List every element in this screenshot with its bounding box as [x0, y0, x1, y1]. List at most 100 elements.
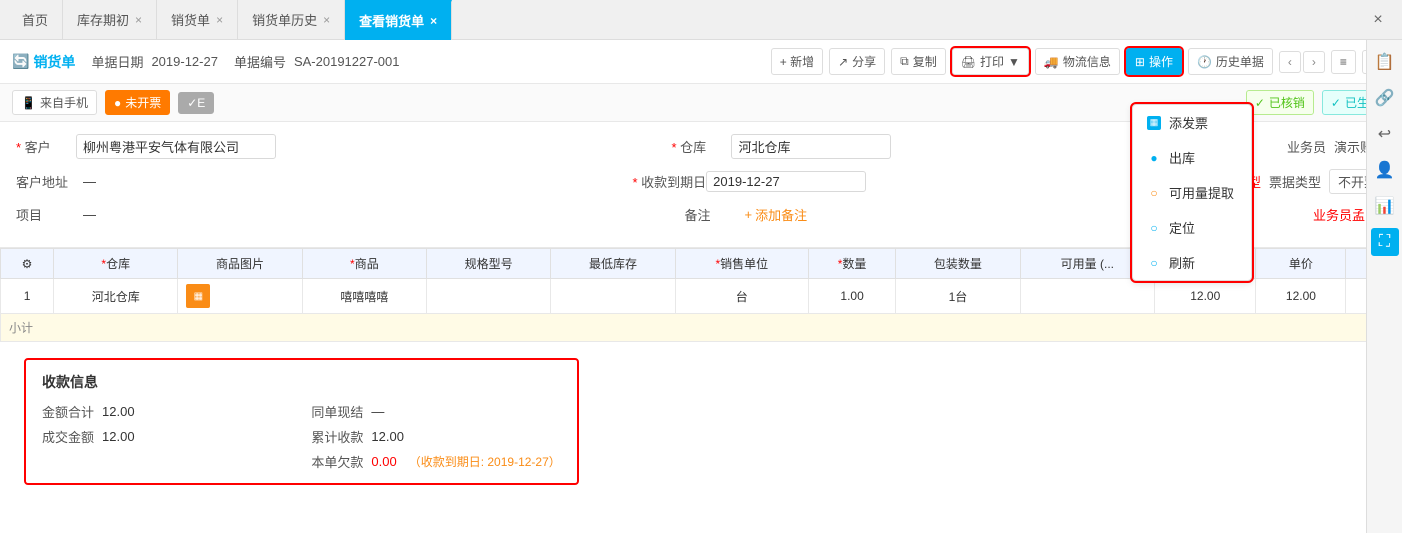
tab-close-view[interactable]: × [430, 14, 437, 28]
total-amount-item: 金额合计 12.00 [42, 402, 291, 421]
locate-icon: ○ [1147, 221, 1161, 235]
outstanding-item: 本单欠款 0.00 （收款到期日: 2019-12-27） [311, 452, 560, 471]
from-phone-button[interactable]: 📱 来自手机 [12, 90, 97, 115]
print-button[interactable]: 🖨 打印 ▼ [952, 48, 1029, 75]
ticket-type-label-text: 票据类型 [1269, 172, 1321, 191]
sidebar-icon-expand[interactable]: ⛶ [1371, 228, 1399, 256]
verified-badge: ✓ 已核销 [1246, 90, 1314, 115]
row-spec[interactable] [427, 279, 551, 314]
payment-grid: 金额合计 12.00 同单现结 — 成交金额 12.00 累计收款 12.00 [42, 402, 561, 471]
outstanding-value: 0.00 [371, 454, 396, 469]
row-warehouse[interactable]: 河北仓库 [54, 279, 178, 314]
ticket-icon: ● [114, 96, 121, 110]
tab-sales-order[interactable]: 销货单 × [157, 0, 238, 40]
view-toggle-list[interactable]: ≡ [1331, 50, 1356, 74]
settlement-item: 同单现结 — [311, 402, 560, 421]
col-pkg-qty: 包装数量 [896, 249, 1020, 279]
col-gear[interactable]: ⚙ [1, 249, 54, 279]
subtotal-label: 小计 [1, 314, 1402, 342]
warehouse-label: 仓库 [671, 137, 731, 156]
tab-sales-history[interactable]: 销货单历史 × [238, 0, 345, 40]
dropdown-refresh[interactable]: ○ 刷新 [1133, 245, 1251, 280]
project-label: 项目 [16, 205, 76, 224]
dropdown-locate[interactable]: ○ 定位 [1133, 210, 1251, 245]
row-pkg-qty: 1台 [896, 279, 1020, 314]
sidebar-icon-5[interactable]: 📊 [1371, 192, 1399, 220]
new-button[interactable]: + 新增 [771, 48, 823, 75]
col-spec: 规格型号 [427, 249, 551, 279]
row-product[interactable]: 嘻嘻嘻嘻 [302, 279, 426, 314]
tab-inventory-init[interactable]: 库存期初 × [63, 0, 157, 40]
sidebar-icon-2[interactable]: 🔗 [1371, 84, 1399, 112]
customer-value[interactable]: 柳州粤港平安气体有限公司 [76, 134, 276, 159]
refresh-icon: ○ [1147, 256, 1161, 270]
add-invoice-icon: ▦ [1147, 116, 1161, 130]
toolbar: + 新增 ↗ 分享 ⧉ 复制 🖨 打印 ▼ 🚚 物流信息 ⊞ 操作 [771, 48, 1390, 75]
copy-button[interactable]: ⧉ 复制 [891, 48, 946, 75]
tab-view-sales[interactable]: 查看销货单 × [345, 0, 452, 40]
cumulative-value: 12.00 [371, 429, 404, 444]
main-container: 🔄 销货单 单据日期 2019-12-27 单据编号 SA-20191227-0… [0, 40, 1402, 533]
project-field: 项目 — [16, 204, 645, 225]
row-product-img: ▦ [178, 279, 302, 314]
share-button[interactable]: ↗ 分享 [829, 48, 885, 75]
product-thumbnail: ▦ [186, 284, 210, 308]
address-field: 客户地址 — [16, 171, 592, 192]
sidebar-icon-4[interactable]: 👤 [1371, 156, 1399, 184]
project-value[interactable]: — [76, 204, 236, 225]
nav-prev[interactable]: ‹ [1279, 51, 1301, 73]
address-value[interactable]: — [76, 171, 236, 192]
doc-type-tag: 🔄 销货单 [12, 52, 75, 72]
cumulative-item: 累计收款 12.00 [311, 427, 560, 446]
header-row: 🔄 销货单 单据日期 2019-12-27 单据编号 SA-20191227-0… [0, 40, 1402, 84]
out-warehouse-icon: ● [1147, 151, 1161, 165]
window-close-button[interactable]: × [1362, 4, 1394, 36]
row-unit-price[interactable]: 12.00 [1256, 279, 1346, 314]
logistics-button[interactable]: 🚚 物流信息 [1035, 48, 1120, 75]
logistics-icon: 🚚 [1044, 55, 1059, 69]
doc-type-label: 销货单 [33, 52, 75, 72]
print-dropdown-icon: ▼ [1008, 55, 1020, 69]
warehouse-value[interactable]: 河北仓库 [731, 134, 891, 159]
history-icon: 🕐 [1197, 55, 1212, 69]
row-quantity[interactable]: 1.00 [808, 279, 895, 314]
nav-next[interactable]: › [1303, 51, 1325, 73]
add-note-button[interactable]: + 添加备注 [745, 205, 808, 224]
operations-icon: ⊞ [1135, 55, 1145, 69]
history-button[interactable]: 🕐 历史单据 [1188, 48, 1273, 75]
not-open-button[interactable]: ● 未开票 [105, 90, 170, 115]
cumulative-label: 累计收款 [311, 427, 363, 446]
settlement-value: — [371, 404, 384, 419]
payment-box: 收款信息 金额合计 12.00 同单现结 — 成交金额 12.00 累计收款 1… [24, 358, 579, 485]
outstanding-label: 本单欠款 [311, 452, 363, 471]
operator-label: 业务员 [1287, 137, 1326, 156]
row-min-stock [551, 279, 675, 314]
print-icon: 🖨 [961, 55, 976, 69]
row-current-stock: 12.00 [1155, 279, 1256, 314]
doc-date-label: 单据日期 2019-12-27 [91, 52, 218, 71]
dropdown-out-warehouse[interactable]: ● 出库 [1133, 140, 1251, 175]
operations-button[interactable]: ⊞ 操作 [1126, 48, 1182, 75]
payment-section: 收款信息 金额合计 12.00 同单现结 — 成交金额 12.00 累计收款 1… [0, 342, 1402, 501]
customer-field: 客户 柳州粤港平安气体有限公司 [16, 134, 631, 159]
sidebar-icon-1[interactable]: 📋 [1371, 48, 1399, 76]
tab-close-inventory[interactable]: × [135, 13, 142, 27]
col-quantity: *数量 [808, 249, 895, 279]
confirm-button[interactable]: ✓E [178, 92, 214, 114]
copy-icon: ⧉ [900, 54, 909, 69]
tab-close-sales[interactable]: × [216, 13, 223, 27]
doc-no-label: 单据编号 SA-20191227-001 [234, 52, 400, 71]
customer-label: 客户 [16, 137, 76, 156]
dropdown-add-invoice[interactable]: ▦ 添发票 [1133, 105, 1251, 140]
sidebar-icon-3[interactable]: ↩ [1371, 120, 1399, 148]
total-amount-label: 金额合计 [42, 402, 94, 421]
add-note-icon: + [745, 207, 753, 222]
tab-bar: 首页 库存期初 × 销货单 × 销货单历史 × 查看销货单 × × [0, 0, 1402, 40]
phone-icon: 📱 [21, 96, 36, 110]
tab-close-history[interactable]: × [323, 13, 330, 27]
payment-date-value[interactable]: 2019-12-27 [706, 171, 866, 192]
operations-dropdown: ▦ 添发票 ● 出库 ○ 可用量提取 ○ 定位 ○ 刷新 [1132, 104, 1252, 281]
dropdown-available-qty[interactable]: ○ 可用量提取 [1133, 175, 1251, 210]
tab-home[interactable]: 首页 [8, 0, 63, 40]
payment-date-field: 收款到期日 2019-12-27 [632, 171, 1208, 192]
